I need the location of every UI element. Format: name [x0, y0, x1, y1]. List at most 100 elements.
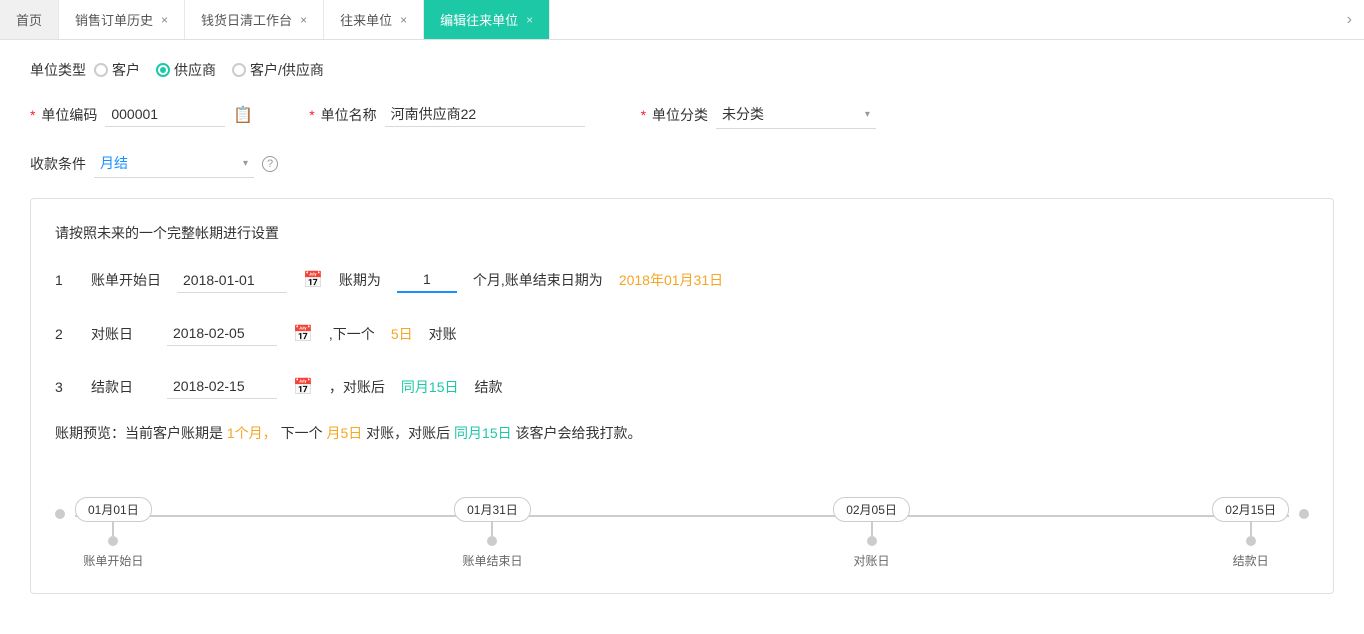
row-2-num: 2: [55, 326, 75, 342]
tab-close-sales-history[interactable]: ×: [161, 13, 168, 27]
timeline-point-4-label: 02月15日: [1212, 497, 1289, 522]
row-3-prefix: ，对账后: [329, 377, 385, 397]
settings-row-1: 1 账单开始日 📅 账期为 个月,账单结束日期为 2018年01月31日: [55, 267, 1309, 293]
row-3-num: 3: [55, 379, 75, 395]
preview-recon-suffix: 对账，对账后: [366, 425, 450, 441]
timeline-point-3-desc: 对账日: [854, 552, 890, 569]
timeline-point-2: 01月31日 账单结束日: [454, 497, 531, 569]
timeline-point-3-line: [871, 522, 873, 536]
payment-terms-arrow-icon: ▾: [243, 158, 248, 169]
timeline-point-1-dot: [108, 536, 118, 546]
tab-partners[interactable]: 往来单位 ×: [324, 0, 424, 39]
page-content: 单位类型 客户 供应商 客户/供应商 * 单位编码: [0, 40, 1364, 634]
unit-category-group: * 单位分类 未分类 ▾: [641, 100, 876, 129]
row-3-day: 同月15日: [401, 377, 459, 397]
start-date-input[interactable]: [177, 268, 287, 293]
row-3-label: 结款日: [91, 377, 151, 397]
row-1-num: 1: [55, 272, 75, 288]
payment-terms-group: 收款条件 月结 ▾ ?: [30, 149, 278, 178]
unit-name-input[interactable]: [385, 102, 585, 127]
radio-customer-label: 客户: [112, 60, 140, 80]
radio-both-circle: [232, 63, 246, 77]
unit-name-group: * 单位名称: [309, 102, 584, 127]
timeline-point-2-dot: [487, 536, 497, 546]
tab-close-partners[interactable]: ×: [400, 13, 407, 27]
tab-cash-desk[interactable]: 钱货日清工作台 ×: [185, 0, 324, 39]
preview-text: 账期预览：当前客户账期是 1个月， 下一个 月5日 对账，对账后 同月15日 该…: [55, 407, 1309, 467]
unit-code-input[interactable]: [105, 102, 225, 127]
pay-date-input[interactable]: [167, 374, 277, 399]
unit-category-value: 未分类: [722, 104, 861, 124]
payment-terms-select[interactable]: 月结 ▾: [94, 149, 254, 178]
timeline-end-dot: [1299, 509, 1309, 519]
row-2-label: 对账日: [91, 324, 151, 344]
timeline-points: 01月01日 账单开始日 01月31日 账单结束日 02月05日: [75, 497, 1289, 569]
timeline-wrapper: 01月01日 账单开始日 01月31日 账单结束日 02月05日: [55, 467, 1309, 569]
recon-date-calendar-icon[interactable]: 📅: [293, 324, 313, 344]
preview-prefix: 账期预览：当前客户账期是: [55, 425, 223, 441]
timeline-point-3: 02月05日 对账日: [833, 497, 910, 569]
tab-close-edit-partner[interactable]: ×: [526, 13, 533, 27]
unit-type-label: 单位类型: [30, 60, 86, 80]
unit-type-row: 单位类型 客户 供应商 客户/供应商: [30, 60, 1334, 80]
radio-supplier-circle: [156, 63, 170, 77]
radio-customer[interactable]: 客户: [94, 60, 140, 80]
start-date-calendar-icon[interactable]: 📅: [303, 270, 323, 290]
tab-home[interactable]: 首页: [0, 0, 59, 39]
row-2-day: 5日: [391, 324, 413, 344]
row-2-prefix: ,下一个: [329, 324, 375, 344]
radio-customer-circle: [94, 63, 108, 77]
timeline-point-4-dot: [1246, 536, 1256, 546]
tab-edit-partner[interactable]: 编辑往来单位 ×: [424, 0, 550, 39]
timeline-point-3-dot: [867, 536, 877, 546]
unit-name-label: * 单位名称: [309, 105, 376, 125]
tab-bar: 首页 销售订单历史 × 钱货日清工作台 × 往来单位 × 编辑往来单位 × ›: [0, 0, 1364, 40]
unit-category-select[interactable]: 未分类 ▾: [716, 100, 876, 129]
row-1-label: 账单开始日: [91, 270, 161, 290]
unit-code-label: * 单位编码: [30, 105, 97, 125]
settings-title: 请按照未来的一个完整帐期进行设置: [55, 223, 1309, 243]
row-2-suffix: 对账: [429, 324, 457, 344]
help-icon[interactable]: ?: [262, 156, 278, 172]
timeline-point-4-desc: 结款日: [1233, 552, 1269, 569]
unit-type-group: 单位类型 客户 供应商 客户/供应商: [30, 60, 324, 80]
timeline-start-dot: [55, 509, 65, 519]
timeline-point-1-label: 01月01日: [75, 497, 152, 522]
radio-both[interactable]: 客户/供应商: [232, 60, 324, 80]
radio-group: 客户 供应商 客户/供应商: [94, 60, 324, 80]
preview-period: 1个月，: [227, 425, 277, 441]
timeline-point-2-desc: 账单结束日: [462, 552, 522, 569]
unit-code-group: * 单位编码 📋: [30, 102, 253, 127]
timeline-point-4: 02月15日 结款日: [1212, 497, 1289, 569]
tab-sales-history[interactable]: 销售订单历史 ×: [59, 0, 185, 39]
unit-info-row: * 单位编码 📋 * 单位名称 * 单位分类 未分类 ▾: [30, 100, 1334, 129]
radio-supplier-label: 供应商: [174, 60, 216, 80]
unit-category-label: * 单位分类: [641, 105, 708, 125]
pay-date-calendar-icon[interactable]: 📅: [293, 377, 313, 397]
timeline-point-1: 01月01日 账单开始日: [75, 497, 152, 569]
recon-date-input[interactable]: [167, 321, 277, 346]
payment-terms-label: 收款条件: [30, 154, 86, 174]
settings-box: 请按照未来的一个完整帐期进行设置 1 账单开始日 📅 账期为 个月,账单结束日期…: [30, 198, 1334, 594]
unit-category-arrow-icon: ▾: [865, 109, 870, 120]
preview-pay-day: 同月15日: [454, 425, 512, 441]
preview-recon-day: 月5日: [326, 425, 362, 441]
unit-code-copy-icon[interactable]: 📋: [233, 105, 253, 125]
tab-more-button[interactable]: ›: [1335, 11, 1364, 29]
preview-suffix: 该客户会给我打款。: [516, 425, 642, 441]
tab-close-cash-desk[interactable]: ×: [300, 13, 307, 27]
timeline-point-2-label: 01月31日: [454, 497, 531, 522]
row-1-midtext: 账期为: [339, 270, 381, 290]
timeline-point-2-line: [491, 522, 493, 536]
timeline-point-1-line: [112, 522, 114, 536]
timeline-point-4-line: [1250, 522, 1252, 536]
period-input[interactable]: [397, 267, 457, 293]
row-3-suffix: 结款: [475, 377, 503, 397]
radio-supplier[interactable]: 供应商: [156, 60, 216, 80]
payment-terms-value: 月结: [100, 153, 239, 173]
radio-both-label: 客户/供应商: [250, 60, 324, 80]
settings-row-2: 2 对账日 📅 ,下一个 5日 对账: [55, 321, 1309, 346]
row-1-suffix: 个月,账单结束日期为: [473, 270, 603, 290]
preview-recon-prefix: 下一个: [281, 425, 323, 441]
row-1-end-date: 2018年01月31日: [619, 270, 723, 290]
